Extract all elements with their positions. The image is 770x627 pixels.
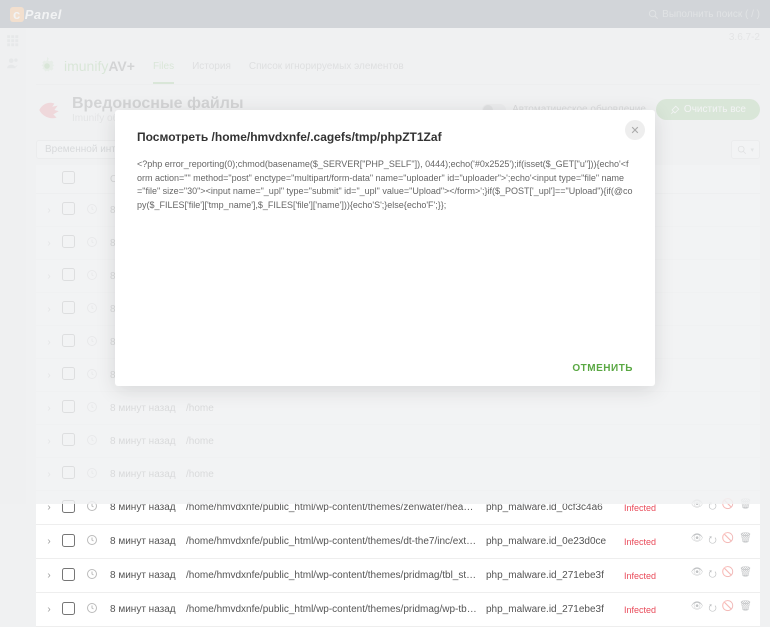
expand-icon[interactable]: ›	[44, 536, 54, 547]
clock-icon	[86, 602, 102, 617]
file-path: /home/hmvdxnfe/public_html/wp-content/th…	[186, 570, 478, 581]
restore-icon[interactable]: ⭮	[708, 533, 716, 550]
modal-overlay: ✕ Посмотреть /home/hmvdxnfe/.cagefs/tmp/…	[0, 0, 770, 504]
view-icon[interactable]: 👁	[691, 533, 704, 550]
reason: php_malware.id_271ebe3f	[486, 604, 616, 615]
status-badge: Infected	[624, 605, 674, 615]
table-row: › 8 минут назад /home/hmvdxnfe/public_ht…	[36, 559, 760, 593]
scan-time: 8 минут назад	[110, 604, 178, 615]
reason: php_malware.id_271ebe3f	[486, 570, 616, 581]
scan-time: 8 минут назад	[110, 570, 178, 581]
modal-title: Посмотреть /home/hmvdxnfe/.cagefs/tmp/ph…	[137, 130, 633, 144]
close-button[interactable]: ✕	[625, 120, 645, 140]
cancel-button[interactable]: ОТМЕНИТЬ	[572, 363, 633, 374]
row-actions: 👁⭮ 🚫 🗑	[682, 533, 752, 550]
status-badge: Infected	[624, 571, 674, 581]
table-row: › 8 минут назад /home/hmvdxnfe/public_ht…	[36, 525, 760, 559]
ignore-icon[interactable]: 🚫	[722, 601, 734, 618]
view-icon[interactable]: 👁	[691, 567, 704, 584]
scan-time: 8 минут назад	[110, 536, 178, 547]
reason: php_malware.id_0e23d0ce	[486, 536, 616, 547]
status-badge: Infected	[624, 537, 674, 547]
row-checkbox[interactable]	[62, 534, 75, 547]
row-actions: 👁⭮ 🚫 🗑	[682, 601, 752, 618]
clock-icon	[86, 534, 102, 549]
restore-icon[interactable]: ⭮	[708, 567, 716, 584]
delete-icon[interactable]: 🗑	[739, 601, 752, 618]
file-path: /home/hmvdxnfe/public_html/wp-content/th…	[186, 536, 478, 547]
row-actions: 👁⭮ 🚫 🗑	[682, 567, 752, 584]
delete-icon[interactable]: 🗑	[739, 567, 752, 584]
table-row: › 8 минут назад /home/hmvdxnfe/public_ht…	[36, 593, 760, 627]
row-checkbox[interactable]	[62, 568, 75, 581]
view-icon[interactable]: 👁	[691, 601, 704, 618]
restore-icon[interactable]: ⭮	[708, 601, 716, 618]
status-badge: Infected	[624, 503, 674, 513]
expand-icon[interactable]: ›	[44, 604, 54, 615]
row-checkbox[interactable]	[62, 602, 75, 615]
clock-icon	[86, 568, 102, 583]
modal-body: <?php error_reporting(0);chmod(basename(…	[137, 158, 633, 348]
ignore-icon[interactable]: 🚫	[722, 533, 734, 550]
expand-icon[interactable]: ›	[44, 570, 54, 581]
file-path: /home/hmvdxnfe/public_html/wp-content/th…	[186, 604, 478, 615]
ignore-icon[interactable]: 🚫	[722, 567, 734, 584]
view-file-modal: ✕ Посмотреть /home/hmvdxnfe/.cagefs/tmp/…	[115, 110, 655, 386]
delete-icon[interactable]: 🗑	[739, 533, 752, 550]
